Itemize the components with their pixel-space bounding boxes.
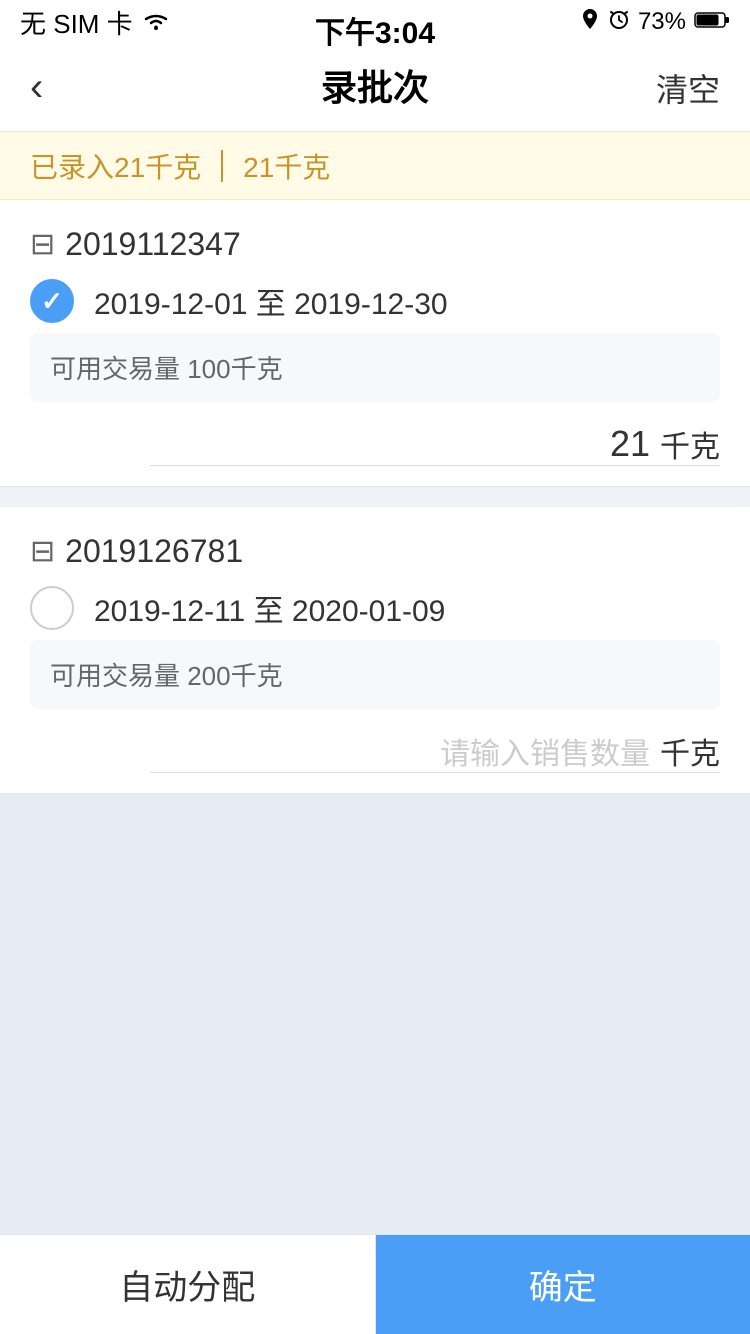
alarm-icon: [608, 7, 630, 38]
clear-button[interactable]: 清空: [656, 65, 720, 111]
page-title: 录批次: [321, 44, 429, 132]
auto-distribute-button[interactable]: 自动分配: [0, 1235, 376, 1334]
nav-bar: ‹ 录批次 清空: [0, 44, 750, 132]
batch2-checkbox[interactable]: [30, 586, 74, 630]
wifi-icon: [141, 7, 171, 38]
back-button[interactable]: ‹: [30, 65, 43, 110]
batch2-quantity-row: 请输入销售数量 千克: [0, 719, 750, 793]
batch1-date: 2019-12-01 至 2019-12-30: [94, 279, 448, 323]
status-bar: 无 SIM 卡 下午3:04: [0, 0, 750, 44]
batch2-row[interactable]: 2019-12-11 至 2020-01-09: [0, 580, 750, 640]
recorded-label: 已录入21千克: [30, 146, 201, 186]
batch2-quantity-placeholder: 请输入销售数量: [440, 729, 650, 773]
info-total: 21千克: [243, 146, 330, 186]
batch1-header: ⊟ 2019112347: [0, 200, 750, 273]
section-divider: [0, 487, 750, 507]
batch1-number: 2019112347: [65, 226, 241, 263]
batch2-available: 可用交易量 200千克: [30, 640, 720, 709]
confirm-button[interactable]: 确定: [376, 1235, 750, 1334]
batch2-header: ⊟ 2019126781: [0, 507, 750, 580]
batch1-checkbox[interactable]: [30, 279, 74, 323]
info-divider: [221, 150, 223, 182]
battery-icon: [694, 8, 730, 36]
no-sim-label: 无 SIM 卡: [20, 4, 133, 41]
batch2-unit: 千克: [660, 729, 720, 773]
batch1-icon: ⊟: [30, 227, 55, 262]
batch1-underline: [150, 465, 720, 466]
batch2-date: 2019-12-11 至 2020-01-09: [94, 586, 445, 630]
batch1-available: 可用交易量 100千克: [30, 333, 720, 402]
batch2-icon: ⊟: [30, 534, 55, 569]
batch1-row[interactable]: 2019-12-01 至 2019-12-30: [0, 273, 750, 333]
status-right: 73%: [580, 7, 730, 38]
batch1-unit: 千克: [660, 422, 720, 466]
batch-card-1: ⊟ 2019112347 2019-12-01 至 2019-12-30 可用交…: [0, 200, 750, 486]
batch2-underline: [150, 772, 720, 773]
info-banner: 已录入21千克 21千克: [0, 132, 750, 200]
bottom-bar: 自动分配 确定: [0, 1234, 750, 1334]
batch1-quantity-input[interactable]: [530, 423, 650, 465]
batch1-quantity-row: 千克: [0, 412, 750, 486]
batch-card-2: ⊟ 2019126781 2019-12-11 至 2020-01-09 可用交…: [0, 507, 750, 793]
status-left: 无 SIM 卡: [20, 4, 171, 41]
battery-percent: 73%: [638, 8, 686, 36]
location-icon: [580, 7, 600, 38]
batch2-number: 2019126781: [65, 533, 243, 570]
